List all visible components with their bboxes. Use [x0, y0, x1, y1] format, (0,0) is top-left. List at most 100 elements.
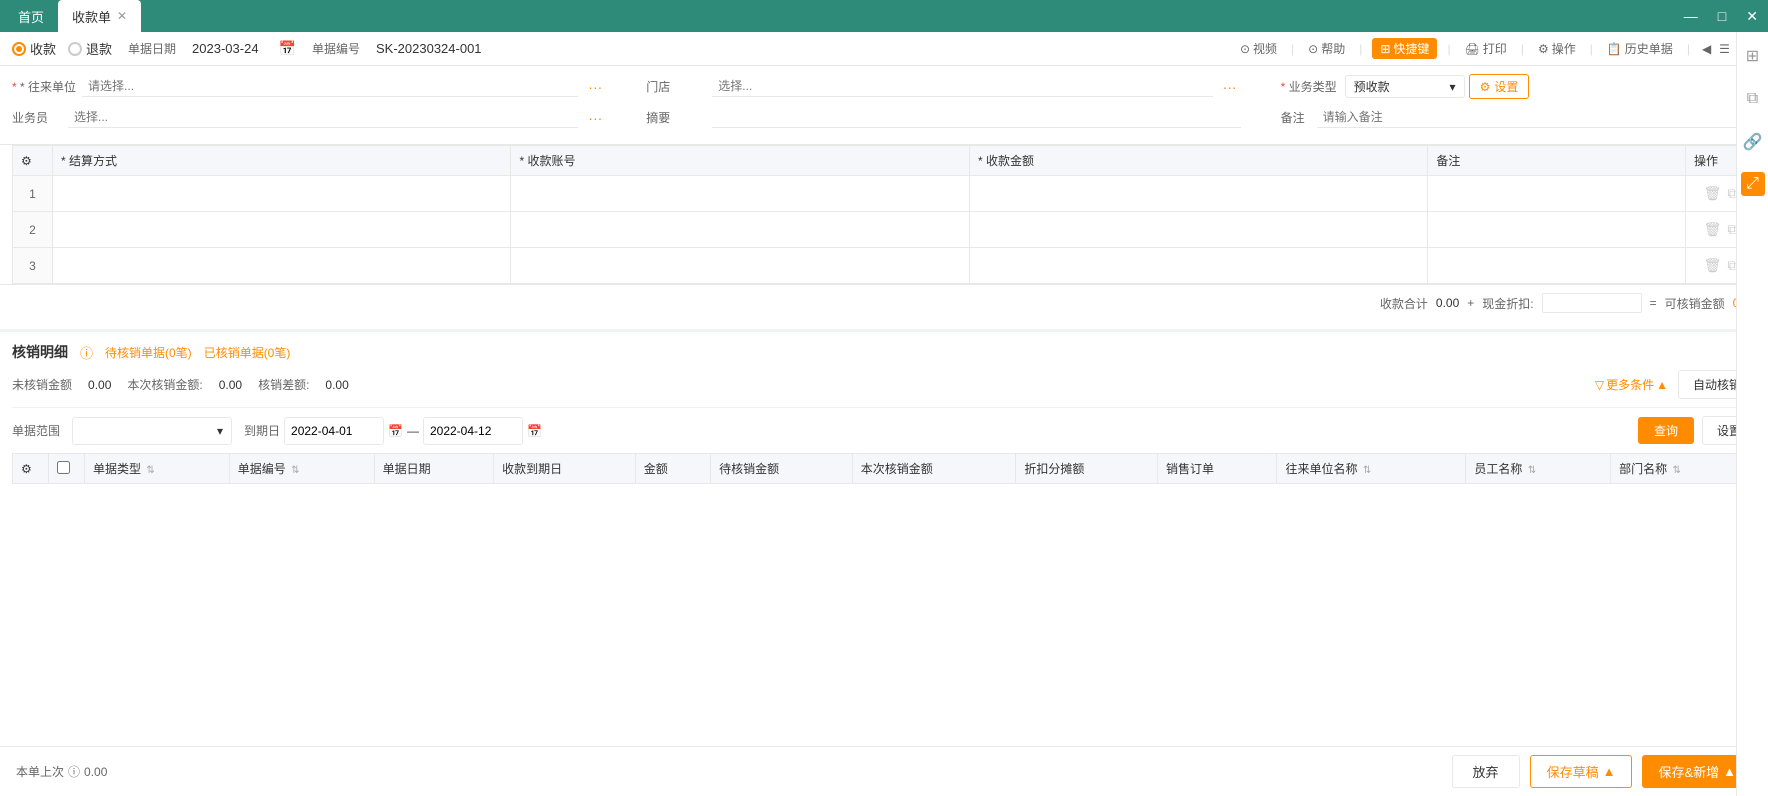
calendar-from-icon[interactable]: 📅: [388, 424, 403, 438]
sidebar-table-icon[interactable]: ⊞: [1742, 42, 1763, 70]
help-btn[interactable]: ⊙ 帮助: [1304, 38, 1349, 59]
query-btn[interactable]: 查询: [1638, 417, 1694, 444]
bottom-col-staff[interactable]: 员工名称 ⇅: [1466, 454, 1611, 484]
staff-more-btn[interactable]: ···: [584, 110, 606, 126]
sidebar-expand-icon[interactable]: ⤢: [1741, 172, 1765, 196]
video-btn[interactable]: ⊙ 视频: [1236, 38, 1281, 59]
cell-settlement-2[interactable]: [53, 212, 511, 248]
row-delete-btn-1[interactable]: 🗑: [1704, 185, 1722, 202]
shop-input[interactable]: [712, 76, 1212, 97]
row-num-1: 1: [13, 176, 53, 212]
summary-field: 摘要: [646, 107, 1240, 128]
cell-account-3[interactable]: [511, 248, 969, 284]
cell-amount-1[interactable]: [969, 176, 1427, 212]
bottom-col-partner[interactable]: 往来单位名称 ⇅: [1277, 454, 1466, 484]
bottom-col-settings[interactable]: ⚙: [13, 454, 49, 484]
layout-prev-icon[interactable]: ◀: [1700, 40, 1713, 58]
main-container: 收款 退款 单据日期 2023-03-24 📅 单据编号 SK-20230324…: [0, 32, 1768, 796]
settings-label: 设置: [1494, 78, 1518, 95]
plus-sign: +: [1467, 296, 1474, 310]
discount-input[interactable]: [1542, 293, 1642, 313]
date-to-input[interactable]: [423, 417, 523, 445]
col-settings-header[interactable]: ⚙: [13, 146, 53, 176]
sidebar-layers-icon[interactable]: ⧉: [1743, 86, 1762, 112]
shop-more-btn[interactable]: ···: [1219, 79, 1241, 95]
pending-tab-link[interactable]: 待核销单据(0笔): [105, 344, 192, 361]
sort-dept-icon: ⇅: [1673, 465, 1681, 476]
col-settlement-header: * 结算方式: [53, 146, 511, 176]
cell-account-2[interactable]: [511, 212, 969, 248]
partner-input[interactable]: [82, 76, 578, 97]
radio-refund[interactable]: 退款: [68, 39, 112, 58]
cell-amount-2[interactable]: [969, 212, 1427, 248]
save-draft-chevron-icon: ▲: [1603, 764, 1616, 779]
row-delete-btn-2[interactable]: 🗑: [1704, 221, 1722, 238]
bottom-col-doctype[interactable]: 单据类型 ⇅: [85, 454, 230, 484]
reconcile-header: 核销明细 ⓘ 待核销单据(0笔) 已核销单据(0笔): [12, 342, 1756, 362]
history-btn[interactable]: 📋 历史单据: [1603, 38, 1677, 59]
collect-total-value: 0.00: [1436, 296, 1459, 310]
settings-button[interactable]: ⚙ 设置: [1469, 74, 1530, 99]
tab-close-icon[interactable]: ✕: [117, 9, 127, 23]
bottom-col-docdate: 单据日期: [374, 454, 494, 484]
business-type-select[interactable]: 预收款 ▾: [1345, 75, 1465, 98]
cell-settlement-3[interactable]: [53, 248, 511, 284]
help-label: 帮助: [1321, 40, 1345, 57]
cell-remark-2[interactable]: [1428, 212, 1686, 248]
calendar-icon[interactable]: 📅: [279, 40, 296, 57]
shop-field: 门店 ···: [646, 76, 1240, 97]
done-tab-link[interactable]: 已核销单据(0笔): [204, 344, 291, 361]
abandon-btn[interactable]: 放弃: [1452, 755, 1520, 788]
range-select[interactable]: ▾: [72, 417, 232, 445]
cell-remark-3[interactable]: [1428, 248, 1686, 284]
print-icon: 🖨: [1465, 42, 1480, 56]
video-label: 视频: [1253, 40, 1277, 57]
business-type-value: 预收款: [1354, 78, 1390, 95]
operations-btn[interactable]: ⚙ 操作: [1534, 38, 1580, 59]
current-value: 0.00: [219, 378, 242, 392]
window-close-btn[interactable]: ✕: [1740, 6, 1764, 27]
table-row: 3 🗑 ⧉: [13, 248, 1756, 284]
cell-settlement-1[interactable]: [53, 176, 511, 212]
tab-receipt[interactable]: 收款单 ✕: [58, 0, 141, 32]
date-from-input[interactable]: [284, 417, 384, 445]
table-section: ⚙ * 结算方式 * 收款账号 * 收款金额 备注 操作 1: [0, 145, 1768, 284]
more-conditions-btn[interactable]: ▽ 更多条件 ▲: [1595, 376, 1668, 393]
window-maximize-btn[interactable]: □: [1712, 6, 1732, 26]
save-draft-btn[interactable]: 保存草稿 ▲: [1530, 755, 1633, 788]
bottom-col-duedate: 收款到期日: [494, 454, 636, 484]
select-all-checkbox[interactable]: [57, 461, 70, 474]
save-new-chevron-icon: ▲: [1723, 764, 1736, 779]
cell-account-1[interactable]: [511, 176, 969, 212]
window-minimize-btn[interactable]: —: [1678, 6, 1704, 26]
layout-list-icon[interactable]: ☰: [1717, 40, 1732, 58]
radio-collect[interactable]: 收款: [12, 39, 56, 58]
tab-home[interactable]: 首页: [4, 0, 58, 32]
sidebar-attachment-icon[interactable]: 🔗: [1739, 128, 1767, 156]
radio-refund-dot: [68, 42, 82, 56]
partner-label: * * 往来单位: [12, 78, 76, 95]
summary-input[interactable]: [712, 107, 1240, 128]
window-controls: — □ ✕: [1678, 6, 1764, 27]
print-btn[interactable]: 🖨 打印: [1461, 38, 1511, 59]
bottom-col-checkbox[interactable]: [49, 454, 85, 484]
date-label: 单据日期: [128, 40, 176, 57]
partner-more-btn[interactable]: ···: [584, 79, 606, 95]
bottom-col-dept[interactable]: 部门名称 ⇅: [1611, 454, 1756, 484]
bottom-col-docnum[interactable]: 单据编号 ⇅: [229, 454, 374, 484]
operations-label: 操作: [1552, 40, 1576, 57]
shortcut-btn[interactable]: ⊞ 快捷键: [1372, 38, 1437, 59]
cell-amount-3[interactable]: [969, 248, 1427, 284]
reconcile-stats: 未核销金额 0.00 本次核销金额: 0.00 核销差额: 0.00 ▽ 更多条…: [12, 370, 1756, 399]
collect-total-label: 收款合计: [1380, 295, 1428, 312]
cell-remark-1[interactable]: [1428, 176, 1686, 212]
calendar-to-icon[interactable]: 📅: [527, 424, 542, 438]
table-row: 1 🗑 ⧉: [13, 176, 1756, 212]
remark-input[interactable]: [1317, 107, 1756, 128]
remark-label: 备注: [1281, 109, 1311, 126]
staff-input[interactable]: [68, 107, 578, 128]
footer-actions: 放弃 保存草稿 ▲ 保存&新增 ▲: [1452, 755, 1752, 788]
info-icon[interactable]: ⓘ: [80, 343, 93, 362]
row-delete-btn-3[interactable]: 🗑: [1704, 257, 1722, 274]
reconcile-table: ⚙ 单据类型 ⇅ 单据编号 ⇅ 单据日期 收款到期日: [12, 453, 1756, 484]
